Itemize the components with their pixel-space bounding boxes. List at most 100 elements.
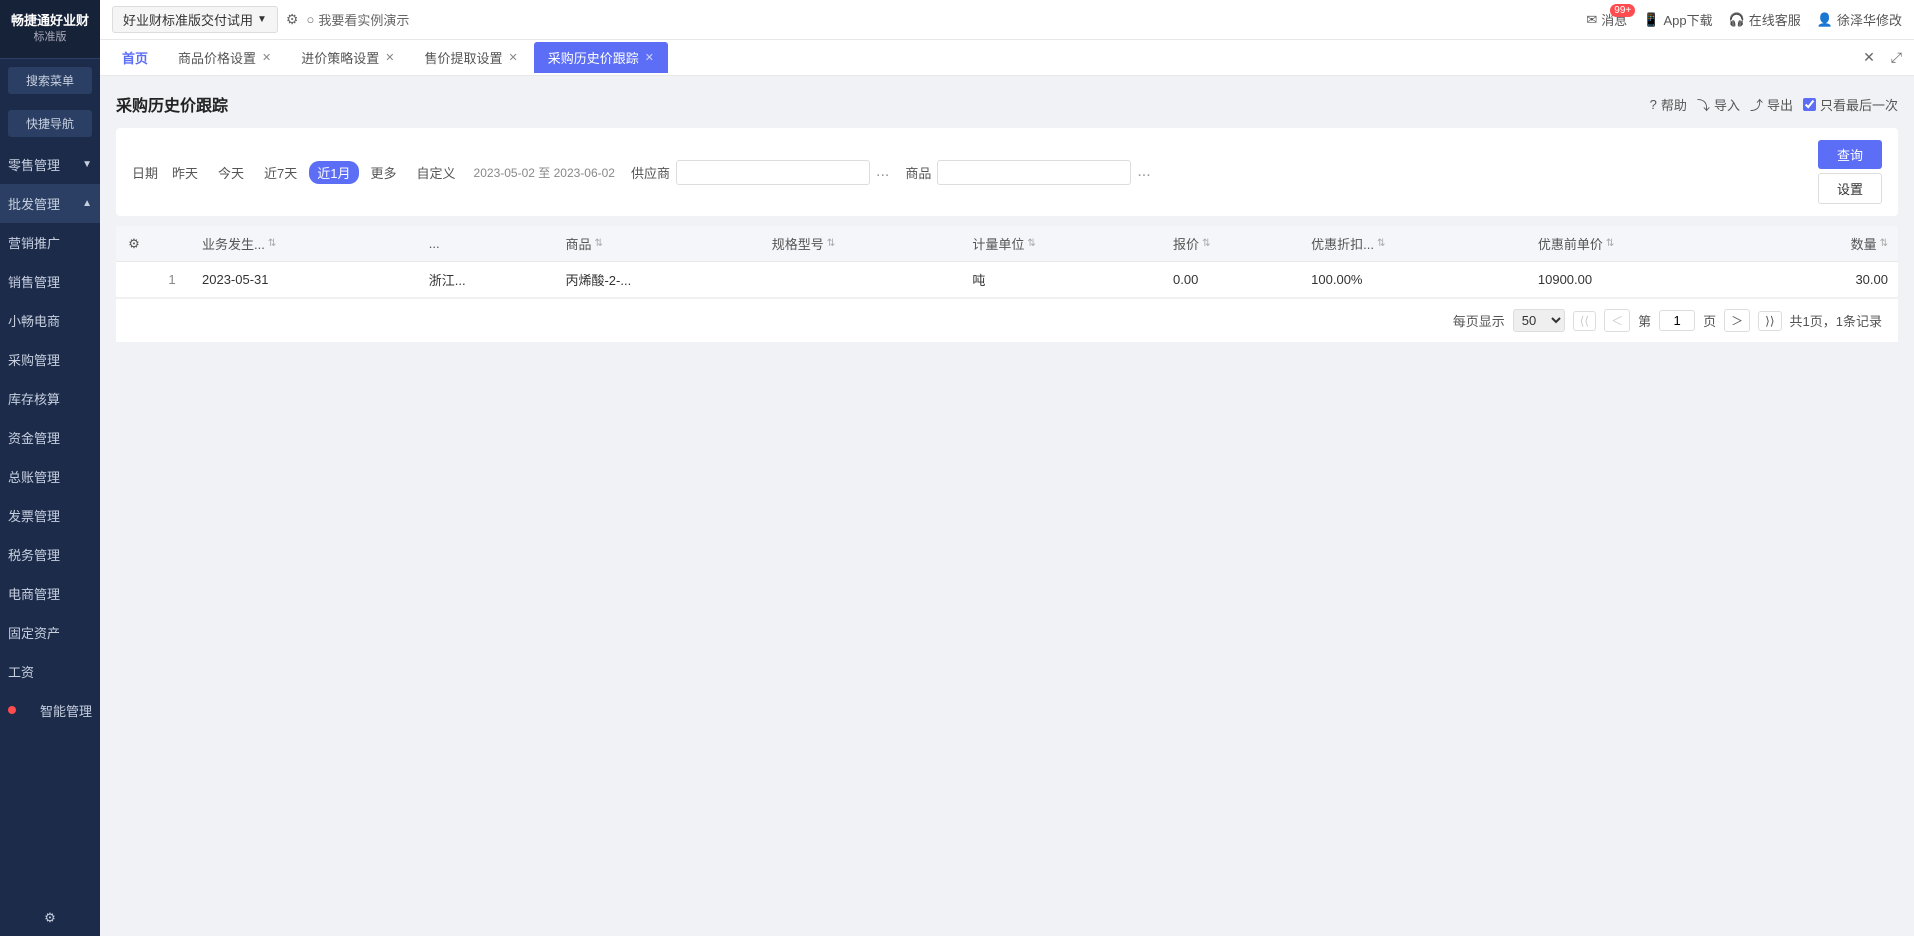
tab-history-price[interactable]: 采购历史价跟踪 ✕ — [534, 42, 668, 73]
topbar-gear-icon[interactable]: ⚙ — [286, 11, 299, 28]
date-options: 昨天 今天 近7天 近1月 更多 自定义 — [164, 161, 464, 184]
import-button[interactable]: ⤵ 导入 — [1697, 95, 1740, 114]
tab-fullscreen-button[interactable]: ⤢ — [1887, 47, 1906, 68]
sidebar-item-retail[interactable]: 零售管理 ▼ — [0, 145, 100, 184]
tab-close-icon[interactable]: ✕ — [385, 51, 394, 64]
th-original-price[interactable]: 优惠前单价 ⇅ — [1528, 226, 1760, 262]
th-gear[interactable]: ⚙ — [116, 226, 152, 262]
sidebar-item-fixed-assets[interactable]: 固定资产 — [0, 613, 100, 652]
sidebar-item-inventory[interactable]: 库存核算 — [0, 379, 100, 418]
th-discount[interactable]: 优惠折扣... ⇅ — [1301, 226, 1528, 262]
tab-label: 售价提取设置 — [424, 48, 502, 67]
sidebar-gear-button[interactable]: ⚙ — [0, 900, 100, 936]
dot-icon — [8, 706, 16, 714]
table-header-row: ⚙ 业务发生... ⇅ ... — [116, 226, 1898, 262]
tab-close-icon[interactable]: ✕ — [645, 51, 654, 64]
sidebar-item-ecommerce-small[interactable]: 小畅电商 — [0, 301, 100, 340]
page-header: 采购历史价跟踪 ? 帮助 ⤵ 导入 ⤴ 导出 只看最后一次 — [116, 92, 1898, 116]
tab-close-icon[interactable]: ✕ — [262, 51, 271, 64]
company-selector[interactable]: 好业财标准版交付试用 ▼ — [112, 6, 278, 33]
date-today-button[interactable]: 今天 — [210, 161, 252, 184]
date-filter: 日期 昨天 今天 近7天 近1月 更多 自定义 2023-05-02 至 202… — [132, 161, 615, 184]
sidebar-item-label: 小畅电商 — [8, 311, 60, 330]
tab-price-extract[interactable]: 售价提取设置 ✕ — [410, 42, 531, 73]
th-quantity[interactable]: 数量 ⇅ — [1760, 226, 1898, 262]
tab-close-icon[interactable]: ✕ — [509, 51, 518, 64]
settings-button[interactable]: 设置 — [1818, 173, 1882, 204]
table-row[interactable]: 1 2023-05-31 浙江... 丙烯酸-2-... 吨 0.00 100.… — [116, 262, 1898, 298]
topbar-right: ✉ 消息 99+ 📱 App下载 🎧 在线客服 👤 徐泽华修改 — [1586, 10, 1902, 29]
search-menu-button[interactable]: 搜索菜单 — [8, 67, 92, 94]
online-service-button[interactable]: 🎧 在线客服 — [1729, 10, 1801, 29]
only-last-checkbox[interactable]: 只看最后一次 — [1803, 95, 1898, 114]
export-button[interactable]: ⤴ 导出 — [1750, 95, 1793, 114]
row-gear — [116, 262, 152, 298]
sidebar-item-label: 资金管理 — [8, 428, 60, 447]
next-page-button[interactable]: ＞ — [1724, 309, 1750, 332]
tab-price-settings[interactable]: 商品价格设置 ✕ — [164, 42, 285, 73]
tab-purchase-strategy[interactable]: 进价策略设置 ✕ — [287, 42, 408, 73]
quick-nav-button[interactable]: 快捷导航 — [8, 110, 92, 137]
user-menu-button[interactable]: 👤 徐泽华修改 — [1817, 10, 1902, 29]
sidebar-item-general-ledger[interactable]: 总账管理 — [0, 457, 100, 496]
supplier-input[interactable] — [676, 160, 870, 185]
only-last-input[interactable] — [1803, 98, 1816, 111]
date-last7-button[interactable]: 近7天 — [256, 161, 305, 184]
sidebar-item-invoice[interactable]: 发票管理 — [0, 496, 100, 535]
chevron-up-icon: ▲ — [82, 198, 92, 209]
first-page-button[interactable]: ⟨⟨ — [1573, 311, 1596, 331]
sidebar-item-ecommerce[interactable]: 电商管理 — [0, 574, 100, 613]
prev-page-button[interactable]: ＜ — [1604, 309, 1630, 332]
sidebar-item-finance[interactable]: 资金管理 — [0, 418, 100, 457]
th-spec[interactable]: 规格型号 ⇅ — [762, 226, 963, 262]
supplier-filter: 供应商 ... — [631, 160, 889, 185]
last-page-button[interactable]: ⟩⟩ — [1758, 311, 1781, 331]
sidebar-item-sales[interactable]: 销售管理 — [0, 262, 100, 301]
sidebar-item-tax[interactable]: 税务管理 — [0, 535, 100, 574]
sidebar-item-purchase[interactable]: 采购管理 — [0, 340, 100, 379]
sidebar-item-payroll[interactable]: 工资 — [0, 652, 100, 691]
per-page-select[interactable]: 50 20 100 200 — [1513, 309, 1565, 332]
page-input[interactable] — [1659, 310, 1695, 331]
date-yesterday-button[interactable]: 昨天 — [164, 161, 206, 184]
help-button[interactable]: ? 帮助 — [1650, 95, 1687, 114]
sort-icon: ⇅ — [268, 238, 276, 249]
query-button[interactable]: 查询 — [1818, 140, 1882, 169]
pagination: 每页显示 50 20 100 200 ⟨⟨ ＜ 第 页 ＞ ⟩⟩ 共1页，1条记… — [116, 298, 1898, 342]
row-spec — [762, 262, 963, 298]
sidebar-item-smart[interactable]: 智能管理 — [0, 691, 100, 730]
product-more-icon[interactable]: ... — [1137, 163, 1150, 181]
app-download-button[interactable]: 📱 App下载 — [1643, 10, 1712, 29]
date-custom-button[interactable]: 自定义 — [409, 161, 464, 184]
tab-close-button[interactable]: ✕ — [1859, 47, 1879, 68]
sidebar-item-wholesale[interactable]: 批发管理 ▲ — [0, 184, 100, 223]
sort-icon: ⇅ — [594, 238, 602, 249]
logo-title: 畅捷通好业财 — [8, 12, 92, 30]
tabs-actions: ✕ ⤢ — [1859, 47, 1906, 68]
demo-link[interactable]: ○ 我要看实例演示 — [306, 10, 409, 29]
th-date[interactable]: 业务发生... ⇅ — [192, 226, 419, 262]
row-product: 丙烯酸-2-... — [555, 262, 761, 298]
page-total-text: 共1页，1条记录 — [1790, 311, 1882, 330]
export-icon: ⤴ — [1750, 95, 1763, 114]
user-icon: 👤 — [1817, 12, 1833, 28]
row-number: 1 — [152, 262, 192, 298]
date-last1m-button[interactable]: 近1月 — [309, 161, 358, 184]
product-input[interactable] — [937, 160, 1131, 185]
main-area: 好业财标准版交付试用 ▼ ⚙ ○ 我要看实例演示 ✉ 消息 99+ 📱 App下… — [100, 0, 1914, 936]
th-unit[interactable]: 计量单位 ⇅ — [962, 226, 1163, 262]
date-more-button[interactable]: 更多 — [363, 161, 405, 184]
sort-icon: ⇅ — [1880, 238, 1888, 249]
sidebar-item-label: 零售管理 — [8, 155, 60, 174]
sidebar-item-marketing[interactable]: 营销推广 — [0, 223, 100, 262]
tab-home[interactable]: 首页 — [108, 42, 162, 73]
th-extra[interactable]: ... — [419, 226, 556, 262]
th-price[interactable]: 报价 ⇅ — [1163, 226, 1301, 262]
logo-sub: 标准版 — [8, 30, 92, 45]
import-icon: ⤵ — [1697, 95, 1710, 114]
th-product[interactable]: 商品 ⇅ — [555, 226, 761, 262]
message-button[interactable]: ✉ 消息 99+ — [1586, 10, 1627, 29]
demo-icon: ○ — [306, 12, 314, 27]
column-settings-icon: ⚙ — [128, 236, 140, 251]
supplier-more-icon[interactable]: ... — [876, 163, 889, 181]
